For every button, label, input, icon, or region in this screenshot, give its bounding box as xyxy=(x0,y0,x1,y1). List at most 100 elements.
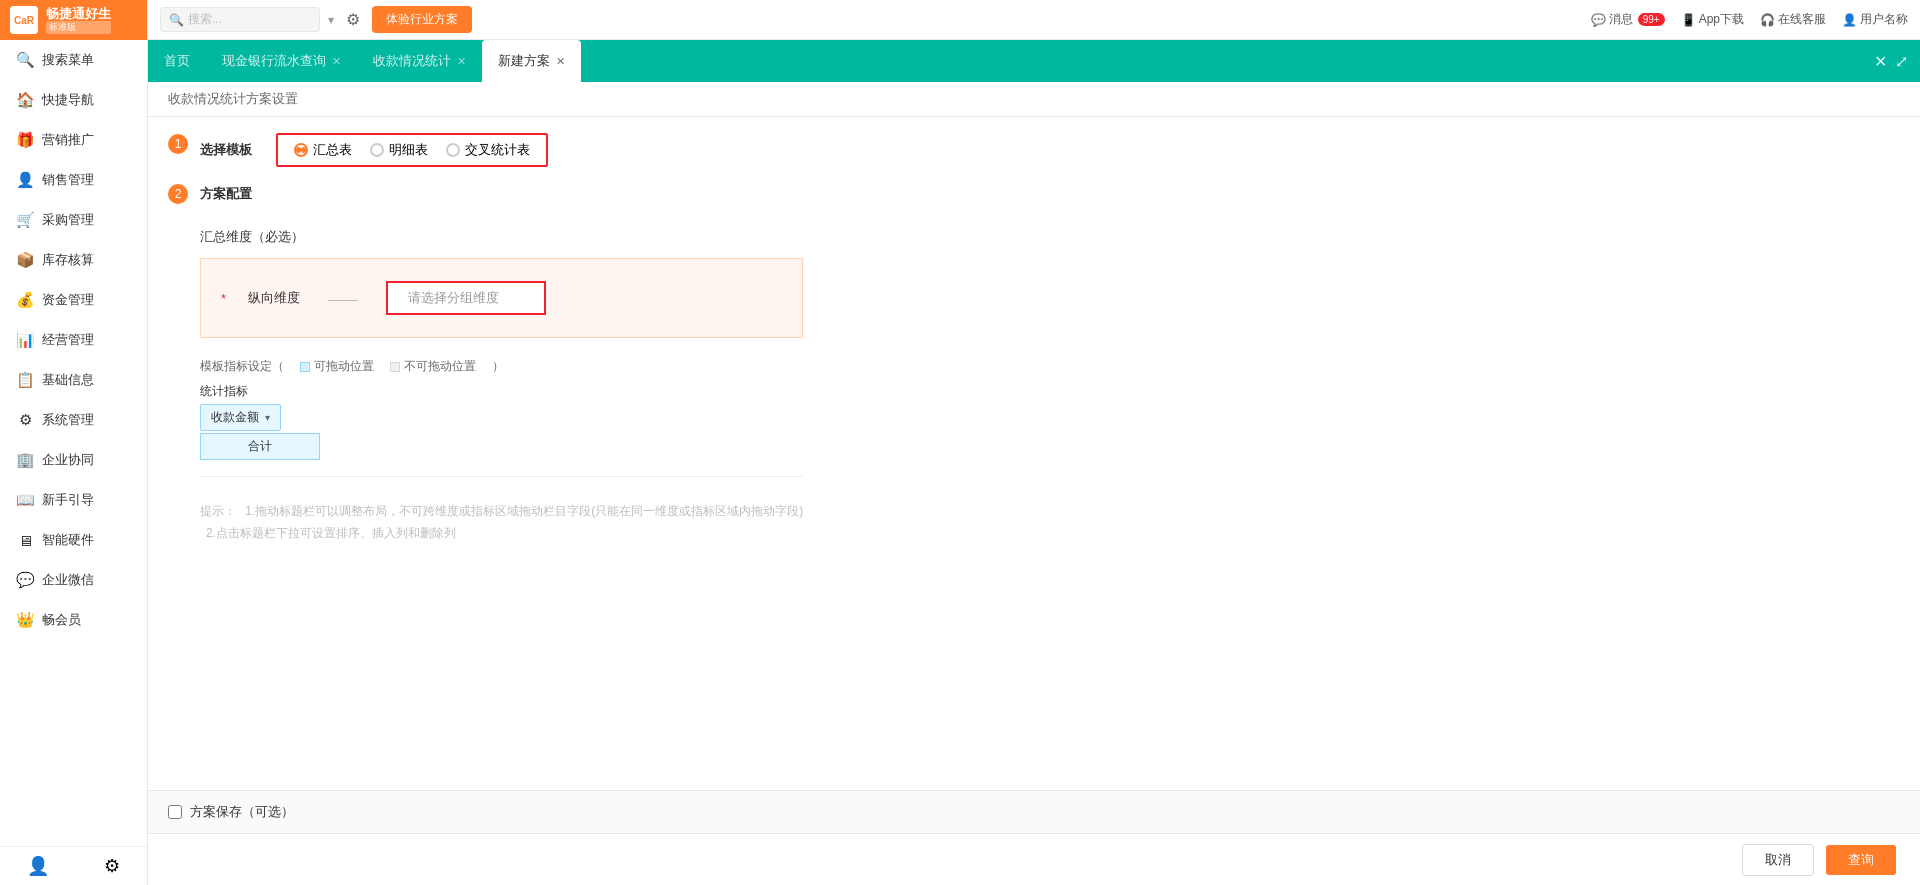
required-mark: * xyxy=(221,291,226,306)
sidebar-item-smart[interactable]: 🖥智能硬件 xyxy=(0,520,147,560)
sidebar-item-system[interactable]: ⚙系统管理 xyxy=(0,400,147,440)
action-bar: 取消 查询 xyxy=(148,833,1920,885)
dimension-area: * 纵向维度 —— 请选择分组维度 xyxy=(200,258,803,338)
content-area: 收款情况统计方案设置 1 选择模板 汇总表 明细表 xyxy=(148,82,1920,833)
topbar-dropdown-arrow[interactable]: ▾ xyxy=(328,13,334,27)
save-label-text: 方案保存（可选） xyxy=(190,804,294,819)
sidebar-item-operation[interactable]: 📊经营管理 xyxy=(0,320,147,360)
trial-button[interactable]: 体验行业方案 xyxy=(372,6,472,33)
topbar-right: 💬 消息 99+ 📱 App下载 🎧 在线客服 👤 用户名称 xyxy=(1591,11,1908,28)
cart-icon: 🛒 xyxy=(16,211,34,229)
sidebar-item-newbie[interactable]: 📖新手引导 xyxy=(0,480,147,520)
logo-abbr: CaR xyxy=(14,15,34,26)
dimension-group-header: 汇总维度（必选） xyxy=(200,228,803,246)
badge-fixed: 不可拖动位置 xyxy=(390,358,476,375)
tip-line1: 提示： 1.拖动标题栏可以调整布局，不可跨维度或指标区域拖动栏目字段(只能在同一… xyxy=(200,501,803,523)
book-icon: 📖 xyxy=(16,491,34,509)
download-icon: 📱 xyxy=(1681,13,1696,27)
radio-summary-label: 汇总表 xyxy=(313,141,352,159)
download-item[interactable]: 📱 App下载 xyxy=(1681,11,1744,28)
tab-new-close[interactable]: ✕ xyxy=(556,55,565,68)
topbar: 🔍 搜索... ▾ ⚙ 体验行业方案 💬 消息 99+ 📱 App下载 🎧 在线… xyxy=(148,0,1920,40)
query-button[interactable]: 查询 xyxy=(1826,845,1896,875)
crown-icon: 👑 xyxy=(16,611,34,629)
tab-bank-close[interactable]: ✕ xyxy=(332,55,341,68)
tab-home-label: 首页 xyxy=(164,52,190,70)
sidebar-item-basic[interactable]: 📋基础信息 xyxy=(0,360,147,400)
tip-text-2: 2.点击标题栏下拉可设置排序、插入列和删除列 xyxy=(206,526,456,540)
tab-maximize-icon[interactable]: ⤢ xyxy=(1895,52,1908,71)
box-icon: 📦 xyxy=(16,251,34,269)
dimension-row-label: 纵向维度 xyxy=(248,289,300,307)
subtag-label: 合计 xyxy=(248,439,272,453)
sidebar-item-marketing[interactable]: 🎁营销推广 xyxy=(0,120,147,160)
badge-gray-icon xyxy=(390,362,400,372)
logo-badge: 标准版 xyxy=(46,21,111,34)
sidebar-item-search[interactable]: 🔍搜索菜单 xyxy=(0,40,147,80)
message-item[interactable]: 💬 消息 99+ xyxy=(1591,11,1665,28)
radio-cross[interactable]: 交叉统计表 xyxy=(446,141,530,159)
section1-number: 1 xyxy=(168,134,188,154)
radio-summary-circle xyxy=(294,143,308,157)
tab-new[interactable]: 新建方案 ✕ xyxy=(482,40,581,82)
tab-stats-close[interactable]: ✕ xyxy=(457,55,466,68)
search-icon: 🔍 xyxy=(16,51,34,69)
radio-cross-circle xyxy=(446,143,460,157)
sidebar-bottom-icon1[interactable]: 👤 xyxy=(27,855,49,877)
sidebar-item-corp[interactable]: 🏢企业协同 xyxy=(0,440,147,480)
message-badge: 99+ xyxy=(1638,13,1665,26)
tag-dropdown-arrow: ▾ xyxy=(265,412,270,423)
sidebar-logo: CaR 畅捷通好生 标准版 xyxy=(0,0,147,40)
sidebar-item-inventory[interactable]: 📦库存核算 xyxy=(0,240,147,280)
radio-detail[interactable]: 明细表 xyxy=(370,141,428,159)
service-label: 在线客服 xyxy=(1778,11,1826,28)
metrics-label-row: 模板指标设定（ 可拖动位置 不可拖动位置 ） xyxy=(200,358,803,375)
tab-close-window-icon[interactable]: ✕ xyxy=(1874,52,1887,71)
metrics-title-label: 模板指标设定（ xyxy=(200,358,284,375)
sidebar-bottom-icon2[interactable]: ⚙ xyxy=(104,855,120,877)
tab-bank[interactable]: 现金银行流水查询 ✕ xyxy=(206,40,357,82)
money-icon: 💰 xyxy=(16,291,34,309)
config-section: 汇总维度（必选） * 纵向维度 —— 请选择分组维度 模板指标设定（ xyxy=(200,228,803,544)
dimension-placeholder: 请选择分组维度 xyxy=(408,289,499,307)
sidebar-item-wechat[interactable]: 💬企业微信 xyxy=(0,560,147,600)
section2-title: 方案配置 xyxy=(200,185,252,203)
metrics-tag[interactable]: 收款金额 ▾ xyxy=(200,404,281,431)
tab-new-label: 新建方案 xyxy=(498,52,550,70)
sidebar-item-purchase[interactable]: 🛒采购管理 xyxy=(0,200,147,240)
dimension-select[interactable]: 请选择分组维度 xyxy=(386,281,546,315)
section1-title: 选择模板 xyxy=(200,141,252,159)
section-config: 2 方案配置 汇总维度（必选） * 纵向维度 —— 请选择分组维度 xyxy=(168,183,1900,544)
sidebar-item-member[interactable]: 👑畅会员 xyxy=(0,600,147,640)
tips-area: 提示： 1.拖动标题栏可以调整布局，不可跨维度或指标区域拖动栏目字段(只能在同一… xyxy=(200,501,803,544)
sidebar-item-finance[interactable]: 💰资金管理 xyxy=(0,280,147,320)
radio-summary[interactable]: 汇总表 xyxy=(294,141,352,159)
tab-stats[interactable]: 收款情况统计 ✕ xyxy=(357,40,482,82)
logo-text: 畅捷通好生 xyxy=(46,6,111,22)
search-icon-top: 🔍 xyxy=(169,13,184,27)
home-icon: 🏠 xyxy=(16,91,34,109)
download-label: App下载 xyxy=(1699,11,1744,28)
metrics-tag-area: 收款金额 ▾ 合计 xyxy=(200,404,803,460)
radio-cross-label: 交叉统计表 xyxy=(465,141,530,159)
tab-actions: ✕ ⤢ xyxy=(1874,52,1920,71)
tag-label: 收款金额 xyxy=(211,409,259,426)
topbar-search-box[interactable]: 🔍 搜索... xyxy=(160,7,320,32)
tab-home[interactable]: 首页 xyxy=(148,40,206,82)
save-scheme-checkbox[interactable] xyxy=(168,805,182,819)
user-info[interactable]: 👤 用户名称 xyxy=(1842,11,1908,28)
logo-icon: CaR xyxy=(10,6,38,34)
topbar-gear-icon[interactable]: ⚙ xyxy=(346,10,360,29)
main-area: 🔍 搜索... ▾ ⚙ 体验行业方案 💬 消息 99+ 📱 App下载 🎧 在线… xyxy=(148,0,1920,885)
sidebar-item-nav[interactable]: 🏠快捷导航 xyxy=(0,80,147,120)
cancel-button[interactable]: 取消 xyxy=(1742,844,1814,876)
gift-icon: 🎁 xyxy=(16,131,34,149)
list-icon: 📋 xyxy=(16,371,34,389)
building-icon: 🏢 xyxy=(16,451,34,469)
service-item[interactable]: 🎧 在线客服 xyxy=(1760,11,1826,28)
sidebar-item-sales[interactable]: 👤销售管理 xyxy=(0,160,147,200)
page-body: 1 选择模板 汇总表 明细表 交叉统 xyxy=(148,117,1920,790)
badge-draggable: 可拖动位置 xyxy=(300,358,374,375)
save-scheme-label: 方案保存（可选） xyxy=(190,803,294,821)
dimension-arrow: —— xyxy=(328,290,358,307)
